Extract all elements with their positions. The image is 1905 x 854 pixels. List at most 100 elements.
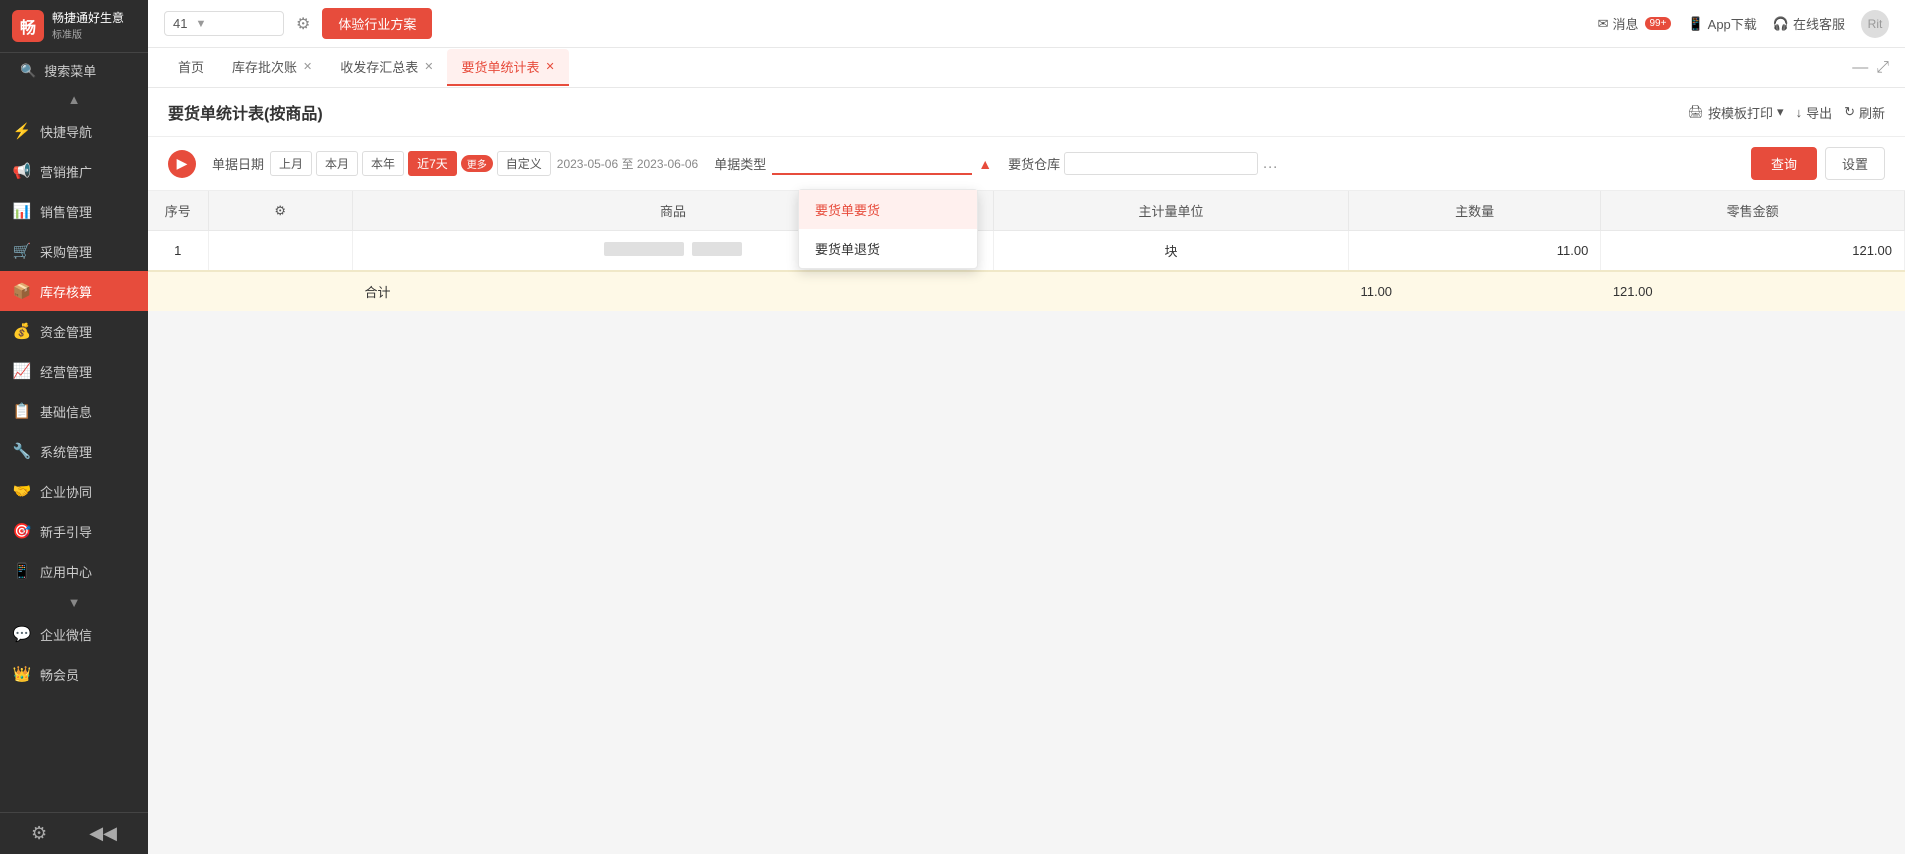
table-footer: 合计 11.00 121.00 — [148, 271, 1905, 311]
sidebar-item-purchase[interactable]: 🛒 采购管理 — [0, 231, 148, 271]
tabs-bar: 首页 库存批次账 ✕ 收发存汇总表 ✕ 要货单统计表 ✕ — ⤢ — [148, 48, 1905, 88]
sidebar-item-basic-info[interactable]: 📋 基础信息 — [0, 391, 148, 431]
dropdown-item-require-return-label: 要货单退货 — [815, 242, 880, 257]
tab-home-label: 首页 — [178, 57, 204, 76]
search-menu[interactable]: 🔍 搜索菜单 — [0, 53, 148, 88]
warehouse-more-btn[interactable]: … — [1262, 155, 1278, 173]
warehouse-filter-input[interactable] — [1064, 152, 1258, 175]
export-btn[interactable]: ↓ 导出 — [1796, 103, 1833, 122]
sidebar-item-label: 应用中心 — [40, 562, 92, 581]
sidebar-item-label: 系统管理 — [40, 442, 92, 461]
sidebar-item-label: 营销推广 — [40, 162, 92, 181]
sidebar-footer: ⚙ ◀◀ — [0, 812, 148, 854]
warehouse-filter-group: 要货仓库 … — [1008, 152, 1278, 175]
date-btn-prev-month[interactable]: 上月 — [270, 151, 312, 176]
sidebar-item-label: 销售管理 — [40, 202, 92, 221]
sidebar-item-app-center[interactable]: 📱 应用中心 — [0, 551, 148, 591]
wechat-icon: 💬 — [12, 624, 32, 644]
col-settings-icon[interactable]: ⚙ — [274, 203, 286, 218]
type-filter-arrow-up[interactable]: ▲ — [978, 156, 992, 172]
col-amount-header: 零售金额 — [1601, 191, 1905, 231]
col-seq-header: 序号 — [148, 191, 208, 231]
filter-expand-btn[interactable]: ▶ — [168, 150, 196, 178]
warehouse-filter-label: 要货仓库 — [1008, 154, 1060, 173]
tab-order-stats-close[interactable]: ✕ — [546, 60, 555, 73]
row-amount: 121.00 — [1601, 231, 1905, 272]
page-title: 要货单统计表(按商品) — [168, 100, 323, 124]
topbar-gear-icon[interactable]: ⚙ — [296, 14, 310, 34]
date-more-badge[interactable]: 更多 — [461, 155, 493, 172]
table-container: 序号 ⚙ 商品 主计量单位 主数量 零售金额 1 — [148, 191, 1905, 311]
sidebar-item-wechat[interactable]: 💬 企业微信 — [0, 614, 148, 654]
collapse-sidebar-btn[interactable]: ◀◀ — [89, 823, 117, 844]
date-range-text: 2023-05-06 至 2023-06-06 — [557, 155, 698, 172]
sidebar-item-label: 企业微信 — [40, 625, 92, 644]
dropdown-item-require-goods[interactable]: 要货单要货 — [799, 190, 977, 229]
sidebar-item-operations[interactable]: 📈 经营管理 — [0, 351, 148, 391]
total-quantity: 11.00 — [1348, 271, 1600, 311]
sidebar-item-marketing[interactable]: 📢 营销推广 — [0, 151, 148, 191]
system-icon: 🔧 — [12, 441, 32, 461]
tab-receive-summary[interactable]: 收发存汇总表 ✕ — [326, 49, 447, 86]
tab-expand-icon[interactable]: ⤢ — [1876, 59, 1889, 77]
total-empty3 — [994, 271, 1349, 311]
date-btn-this-year[interactable]: 本年 — [362, 151, 404, 176]
marketing-icon: 📢 — [12, 161, 32, 181]
sidebar-item-finance[interactable]: 💰 资金管理 — [0, 311, 148, 351]
user-avatar-btn[interactable]: Rit — [1861, 10, 1889, 38]
sidebar-item-label: 采购管理 — [40, 242, 92, 261]
sidebar-item-member[interactable]: 👑 畅会员 — [0, 654, 148, 694]
tab-order-stats[interactable]: 要货单统计表 ✕ — [447, 49, 568, 86]
tabs-actions: — ⤢ — [1852, 59, 1889, 77]
export-icon: ↓ — [1796, 105, 1803, 120]
date-btn-custom[interactable]: 自定义 — [497, 151, 551, 176]
sidebar-scroll-down[interactable]: ▼ — [0, 591, 148, 614]
settings-btn[interactable]: 设置 — [1825, 147, 1885, 180]
sidebar-item-label: 畅会员 — [40, 665, 79, 684]
date-btn-this-month[interactable]: 本月 — [316, 151, 358, 176]
app-download-btn[interactable]: 📱 App下载 — [1687, 14, 1756, 33]
type-dropdown: 要货单要货 要货单退货 — [798, 189, 978, 269]
type-filter-input[interactable] — [772, 152, 972, 175]
sidebar-scroll-up[interactable]: ▲ — [0, 88, 148, 111]
topbar-left: 41 ▼ ⚙ 体验行业方案 — [164, 8, 432, 39]
col-settings-header[interactable]: ⚙ — [208, 191, 353, 231]
sidebar-item-system[interactable]: 🔧 系统管理 — [0, 431, 148, 471]
sidebar-item-sales[interactable]: 📊 销售管理 — [0, 191, 148, 231]
online-service-btn[interactable]: 🎧 在线客服 — [1773, 14, 1845, 33]
messages-badge: 99+ — [1645, 17, 1672, 30]
refresh-btn[interactable]: ↻ 刷新 — [1844, 103, 1885, 122]
logo-subtitle: 标准版 — [52, 26, 124, 41]
main-area: 41 ▼ ⚙ 体验行业方案 ✉ 消息 99+ 📱 App下载 🎧 在线客服 — [148, 0, 1905, 854]
finance-icon: 💰 — [12, 321, 32, 341]
sidebar-item-guide[interactable]: 🎯 新手引导 — [0, 511, 148, 551]
company-selector[interactable]: 41 ▼ — [164, 11, 284, 36]
data-table: 序号 ⚙ 商品 主计量单位 主数量 零售金额 1 — [148, 191, 1905, 311]
col-unit-header: 主计量单位 — [994, 191, 1349, 231]
tab-order-stats-label: 要货单统计表 — [461, 57, 539, 76]
date-filter-label: 单据日期 — [212, 154, 264, 173]
app-download-label: App下载 — [1708, 14, 1757, 33]
query-btn[interactable]: 查询 — [1751, 147, 1817, 180]
tab-minimize-icon[interactable]: — — [1852, 59, 1868, 77]
tab-home[interactable]: 首页 — [164, 49, 218, 86]
product-name-placeholder — [604, 242, 684, 256]
sidebar-item-cooperation[interactable]: 🤝 企业协同 — [0, 471, 148, 511]
sidebar: 畅 畅捷通好生意 标准版 🔍 搜索菜单 ▲ ⚡ 快捷导航 📢 营销推广 📊 销售… — [0, 0, 148, 854]
messages-btn[interactable]: ✉ 消息 99+ — [1598, 14, 1672, 33]
tab-receive-summary-close[interactable]: ✕ — [424, 60, 433, 73]
dropdown-item-require-return[interactable]: 要货单退货 — [799, 229, 977, 268]
total-amount: 121.00 — [1601, 271, 1905, 311]
sidebar-item-inventory[interactable]: 📦 库存核算 — [0, 271, 148, 311]
date-filter-group: 单据日期 上月 本月 本年 近7天 更多 自定义 2023-05-06 至 20… — [212, 151, 698, 176]
service-icon: 🎧 — [1773, 16, 1789, 32]
tab-batch-account[interactable]: 库存批次账 ✕ — [218, 49, 326, 86]
print-dropdown-btn[interactable]: 🖨 按模板打印 ▾ — [1688, 103, 1784, 122]
username: Rit — [1868, 17, 1883, 31]
settings-footer-icon[interactable]: ⚙ — [31, 823, 47, 844]
date-btn-recent7[interactable]: 近7天 — [408, 151, 457, 176]
tab-batch-account-close[interactable]: ✕ — [303, 60, 312, 73]
refresh-label: 刷新 — [1859, 103, 1885, 122]
sidebar-item-quick-nav[interactable]: ⚡ 快捷导航 — [0, 111, 148, 151]
trial-btn[interactable]: 体验行业方案 — [322, 8, 432, 39]
